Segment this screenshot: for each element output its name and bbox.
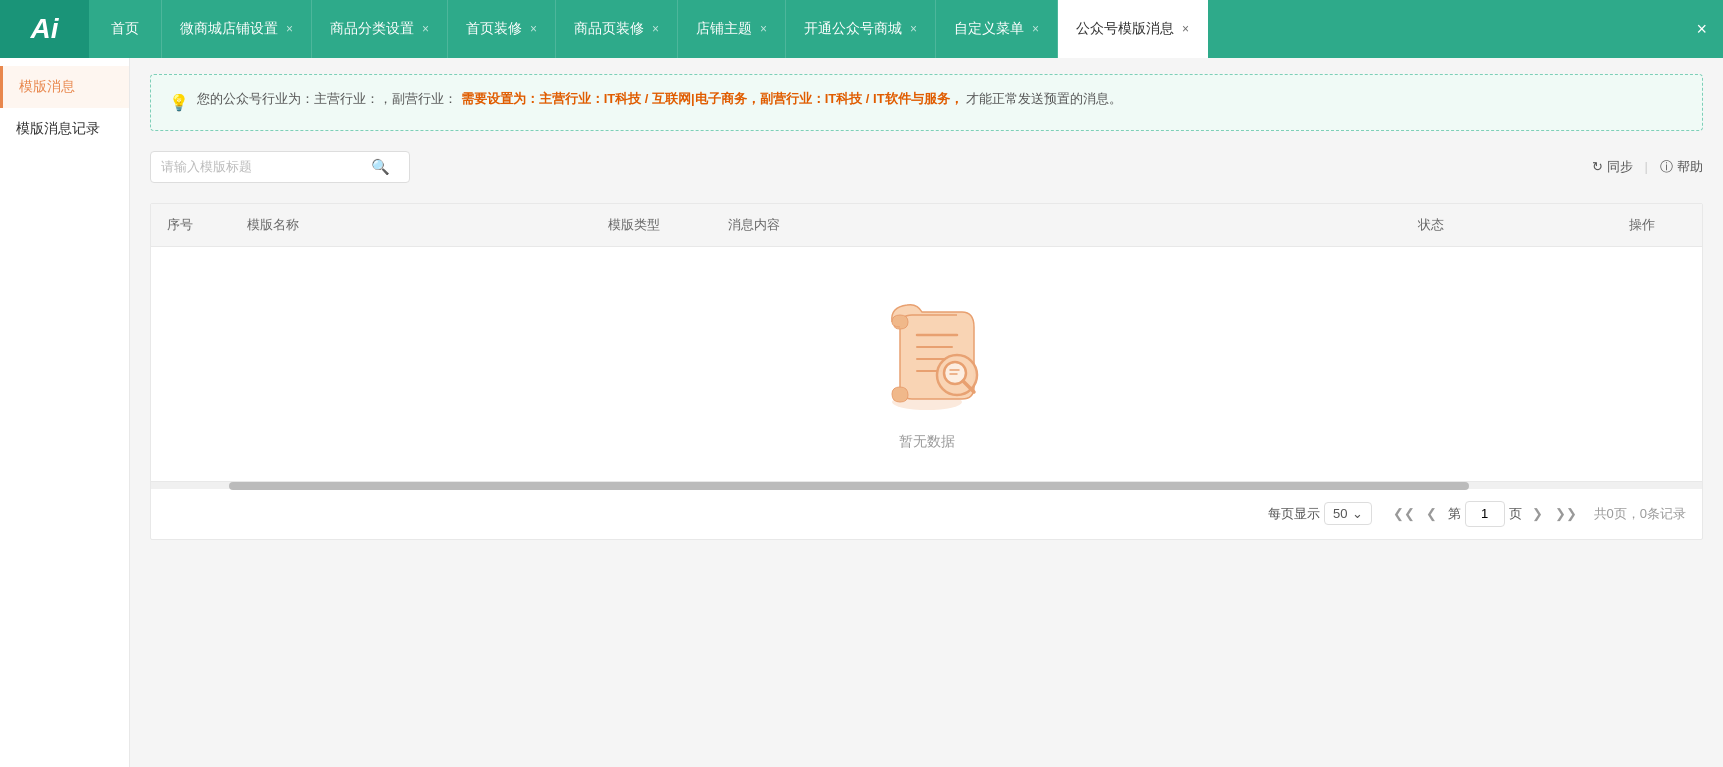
page-size-value: 50 bbox=[1333, 506, 1347, 521]
content-area: 💡 您的公众号行业为：主营行业：，副营行业： 需要设置为：主营行业：IT科技 /… bbox=[130, 58, 1723, 767]
page-size-dropdown[interactable]: 50 ⌄ bbox=[1324, 502, 1371, 525]
prev-page-button[interactable]: ❮ bbox=[1420, 502, 1444, 526]
nav-tab-shop-settings-label: 微商城店铺设置 bbox=[180, 20, 278, 38]
nav-tab-custom-menu[interactable]: 自定义菜单 × bbox=[936, 0, 1058, 58]
sync-icon: ↻ bbox=[1592, 159, 1603, 174]
nav-tab-category-settings[interactable]: 商品分类设置 × bbox=[312, 0, 448, 58]
sync-label: 同步 bbox=[1607, 158, 1633, 176]
table-header: 序号 模版名称 模版类型 消息内容 状态 操作 bbox=[151, 204, 1702, 247]
nav-tab-open-wechat[interactable]: 开通公众号商城 × bbox=[786, 0, 936, 58]
nav-tab-product-decoration-label: 商品页装修 bbox=[574, 20, 644, 38]
page-unit-label: 页 bbox=[1509, 505, 1522, 523]
nav-tab-home[interactable]: 首页 bbox=[89, 0, 162, 58]
search-input[interactable] bbox=[161, 159, 371, 174]
next-page-button[interactable]: ❯ bbox=[1526, 502, 1550, 526]
toolbar: 🔍 ↻ 同步 | ⓘ 帮助 bbox=[150, 147, 1703, 187]
sidebar-item-template-message-label: 模版消息 bbox=[19, 78, 75, 94]
nav-tab-custom-menu-close[interactable]: × bbox=[1032, 22, 1039, 36]
page-number-input[interactable] bbox=[1465, 501, 1505, 527]
nav-tab-open-wechat-label: 开通公众号商城 bbox=[804, 20, 902, 38]
page-prefix-label: 第 bbox=[1448, 505, 1461, 523]
main-layout: 模版消息 模版消息记录 💡 您的公众号行业为：主营行业：，副营行业： 需要设置为… bbox=[0, 58, 1723, 767]
notice-icon: 💡 bbox=[169, 90, 189, 116]
page-size-select: 每页显示 50 ⌄ bbox=[1268, 502, 1371, 525]
scroll-bar-track[interactable] bbox=[229, 482, 1470, 490]
nav-tabs: 首页 微商城店铺设置 × 商品分类设置 × 首页装修 × 商品页装修 × 店铺主… bbox=[89, 0, 1680, 58]
notice-box: 💡 您的公众号行业为：主营行业：，副营行业： 需要设置为：主营行业：IT科技 /… bbox=[150, 74, 1703, 131]
th-name: 模版名称 bbox=[231, 204, 592, 246]
toolbar-right: ↻ 同步 | ⓘ 帮助 bbox=[1592, 158, 1703, 176]
notice-suffix: 才能正常发送预置的消息。 bbox=[966, 91, 1122, 106]
nav-tab-template-msg-close[interactable]: × bbox=[1182, 22, 1189, 36]
chevron-down-icon: ⌄ bbox=[1352, 506, 1363, 521]
page-nav: ❮❮ ❮ 第 页 ❯ ❯❯ bbox=[1392, 501, 1578, 527]
empty-text: 暂无数据 bbox=[899, 433, 955, 451]
nav-tab-shop-settings-close[interactable]: × bbox=[286, 22, 293, 36]
pagination: 每页显示 50 ⌄ ❮❮ ❮ 第 页 ❯ ❯❯ 共0页，0条记录 bbox=[151, 489, 1702, 539]
nav-tab-template-msg[interactable]: 公众号模版消息 × bbox=[1058, 0, 1208, 58]
notice-highlight: 需要设置为：主营行业：IT科技 / 互联网|电子商务，副营行业：IT科技 / I… bbox=[461, 91, 963, 106]
sidebar: 模版消息 模版消息记录 bbox=[0, 58, 130, 767]
top-nav: Ai 首页 微商城店铺设置 × 商品分类设置 × 首页装修 × 商品页装修 × … bbox=[0, 0, 1723, 58]
th-seq: 序号 bbox=[151, 204, 231, 246]
scroll-bar-container[interactable] bbox=[151, 481, 1702, 489]
nav-tab-open-wechat-close[interactable]: × bbox=[910, 22, 917, 36]
sync-button[interactable]: ↻ 同步 bbox=[1592, 158, 1633, 176]
th-content: 消息内容 bbox=[712, 204, 1402, 246]
nav-tab-product-decoration-close[interactable]: × bbox=[652, 22, 659, 36]
first-page-button[interactable]: ❮❮ bbox=[1392, 502, 1416, 526]
nav-tab-category-settings-close[interactable]: × bbox=[422, 22, 429, 36]
sidebar-item-template-message-record[interactable]: 模版消息记录 bbox=[0, 108, 129, 150]
notice-text: 您的公众号行业为：主营行业：，副营行业： 需要设置为：主营行业：IT科技 / 互… bbox=[197, 89, 1122, 110]
sidebar-item-template-message[interactable]: 模版消息 bbox=[0, 66, 129, 108]
nav-tab-home-decoration-close[interactable]: × bbox=[530, 22, 537, 36]
last-page-button[interactable]: ❯❯ bbox=[1554, 502, 1578, 526]
th-action: 操作 bbox=[1582, 204, 1702, 246]
empty-illustration bbox=[862, 287, 992, 417]
sidebar-item-template-message-record-label: 模版消息记录 bbox=[16, 120, 100, 136]
help-icon: ⓘ bbox=[1660, 158, 1673, 176]
app-logo: Ai bbox=[0, 0, 89, 58]
nav-tab-template-msg-label: 公众号模版消息 bbox=[1076, 20, 1174, 38]
nav-tab-store-theme[interactable]: 店铺主题 × bbox=[678, 0, 786, 58]
th-status: 状态 bbox=[1402, 204, 1582, 246]
toolbar-divider: | bbox=[1645, 159, 1648, 174]
nav-tab-home-decoration[interactable]: 首页装修 × bbox=[448, 0, 556, 58]
nav-tab-product-decoration[interactable]: 商品页装修 × bbox=[556, 0, 678, 58]
th-type: 模版类型 bbox=[592, 204, 712, 246]
nav-tab-custom-menu-label: 自定义菜单 bbox=[954, 20, 1024, 38]
close-all-button[interactable]: × bbox=[1680, 0, 1723, 58]
page-size-label: 每页显示 bbox=[1268, 505, 1320, 523]
nav-tab-home-decoration-label: 首页装修 bbox=[466, 20, 522, 38]
empty-state: 暂无数据 bbox=[151, 247, 1702, 481]
search-box[interactable]: 🔍 bbox=[150, 151, 410, 183]
search-icon[interactable]: 🔍 bbox=[371, 158, 390, 176]
page-total: 共0页，0条记录 bbox=[1594, 505, 1686, 523]
help-label: 帮助 bbox=[1677, 158, 1703, 176]
nav-tab-home-label: 首页 bbox=[111, 20, 139, 38]
nav-tab-shop-settings[interactable]: 微商城店铺设置 × bbox=[162, 0, 312, 58]
help-button[interactable]: ⓘ 帮助 bbox=[1660, 158, 1703, 176]
table-container: 序号 模版名称 模版类型 消息内容 状态 操作 bbox=[150, 203, 1703, 540]
nav-tab-store-theme-label: 店铺主题 bbox=[696, 20, 752, 38]
nav-tab-store-theme-close[interactable]: × bbox=[760, 22, 767, 36]
notice-prefix: 您的公众号行业为：主营行业：，副营行业： bbox=[197, 91, 457, 106]
nav-tab-category-settings-label: 商品分类设置 bbox=[330, 20, 414, 38]
